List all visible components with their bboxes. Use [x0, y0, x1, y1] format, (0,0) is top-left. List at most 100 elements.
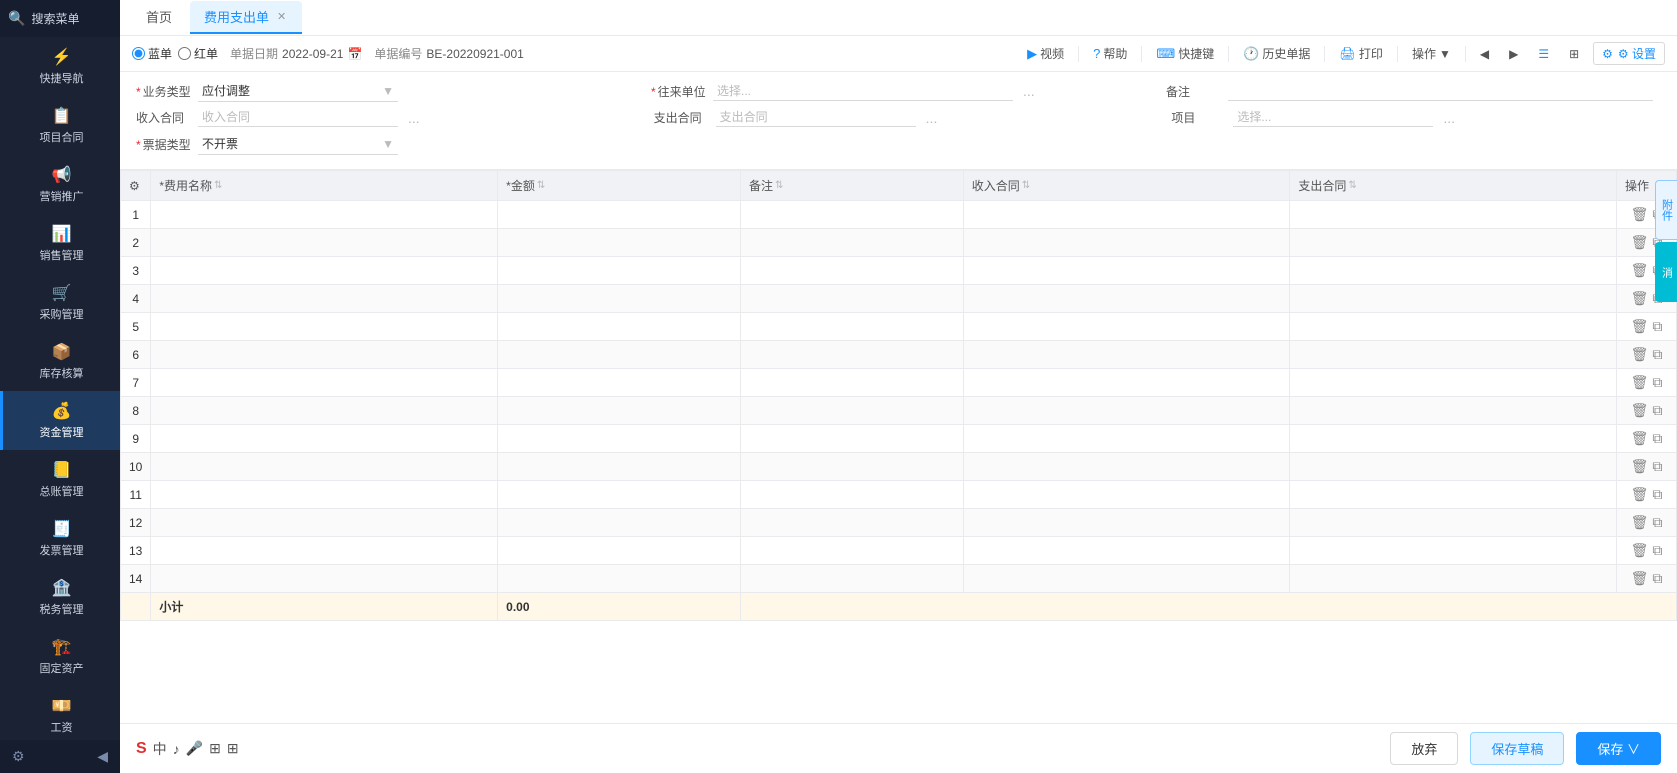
input-icon-mic[interactable]: 🎤 — [186, 740, 203, 757]
sidebar-item-marketing[interactable]: 📢 营销推广 — [0, 155, 120, 214]
bill-no-value[interactable]: BE-20220921-001 — [426, 47, 523, 61]
row-income-contract-6[interactable] — [963, 341, 1290, 369]
row-expense-contract-1[interactable] — [1290, 201, 1617, 229]
history-btn[interactable]: 🕐 历史单据 — [1237, 43, 1316, 64]
input-icon-grid1[interactable]: ⊞ — [209, 740, 221, 757]
row-income-contract-12[interactable] — [963, 509, 1290, 537]
row-copy-icon-7[interactable]: ⧉ — [1652, 374, 1662, 391]
row-expense-contract-12[interactable] — [1290, 509, 1617, 537]
row-remark-13[interactable] — [741, 537, 964, 565]
row-income-contract-11[interactable] — [963, 481, 1290, 509]
save-button[interactable]: 保存 ∨ — [1576, 732, 1661, 765]
row-expense-contract-4[interactable] — [1290, 285, 1617, 313]
attachment-tab[interactable]: 附件 — [1655, 180, 1677, 240]
tab-expense-bill[interactable]: 费用支出单✕ — [190, 1, 302, 34]
row-expense-name-2[interactable] — [151, 229, 498, 257]
row-amount-2[interactable] — [498, 229, 741, 257]
row-remark-1[interactable] — [741, 201, 964, 229]
row-income-contract-13[interactable] — [963, 537, 1290, 565]
row-expense-name-4[interactable] — [151, 285, 498, 313]
row-amount-6[interactable] — [498, 341, 741, 369]
row-remark-12[interactable] — [741, 509, 964, 537]
ticket-type-select[interactable]: 不开票 ▼ — [198, 133, 398, 155]
row-delete-icon-10[interactable]: 🗑 — [1631, 458, 1649, 475]
row-expense-contract-3[interactable] — [1290, 257, 1617, 285]
project-input[interactable] — [1233, 108, 1433, 127]
sidebar-item-project-contract[interactable]: 📋 项目合同 — [0, 96, 120, 155]
project-dots[interactable]: ... — [1439, 110, 1459, 126]
video-btn[interactable]: ▶ 视频 — [1021, 43, 1070, 64]
row-delete-icon-7[interactable]: 🗑 — [1631, 374, 1649, 391]
expense-contract-dots[interactable]: ... — [922, 110, 942, 126]
partner-input[interactable] — [713, 82, 1013, 101]
row-delete-icon-1[interactable]: 🗑 — [1631, 206, 1649, 223]
row-delete-icon-8[interactable]: 🗑 — [1631, 402, 1649, 419]
row-expense-contract-5[interactable] — [1290, 313, 1617, 341]
row-expense-contract-9[interactable] — [1290, 425, 1617, 453]
blue-radio[interactable] — [132, 47, 145, 60]
row-delete-icon-12[interactable]: 🗑 — [1631, 514, 1649, 531]
row-remark-8[interactable] — [741, 397, 964, 425]
row-copy-icon-9[interactable]: ⧉ — [1652, 430, 1662, 447]
settings-btn[interactable]: ⚙ ⚙ 设置 — [1593, 42, 1665, 65]
row-income-contract-14[interactable] — [963, 565, 1290, 593]
message-tab[interactable]: 消 — [1655, 242, 1677, 302]
sidebar-item-fixed-assets[interactable]: 🏗️ 固定资产 — [0, 627, 120, 686]
calendar-icon[interactable]: 📅 — [347, 47, 362, 61]
sidebar-search[interactable]: 🔍 搜索菜单 — [0, 0, 120, 37]
row-amount-13[interactable] — [498, 537, 741, 565]
nav-next-btn[interactable]: ▶ — [1503, 45, 1524, 63]
row-expense-name-14[interactable] — [151, 565, 498, 593]
row-copy-icon-6[interactable]: ⧉ — [1652, 346, 1662, 363]
print-btn[interactable]: 🖨 打印 — [1333, 43, 1389, 64]
tab-expense-bill-close[interactable]: ✕ — [275, 10, 288, 23]
row-remark-4[interactable] — [741, 285, 964, 313]
row-remark-10[interactable] — [741, 453, 964, 481]
row-expense-contract-2[interactable] — [1290, 229, 1617, 257]
row-copy-icon-8[interactable]: ⧉ — [1652, 402, 1662, 419]
sidebar-item-inventory[interactable]: 📦 库存核算 — [0, 332, 120, 391]
sidebar-item-fund-mgmt[interactable]: 💰 资金管理 — [0, 391, 120, 450]
row-income-contract-3[interactable] — [963, 257, 1290, 285]
red-radio[interactable] — [178, 47, 191, 60]
row-income-contract-5[interactable] — [963, 313, 1290, 341]
shortcut-btn[interactable]: ⌨ 快捷键 — [1150, 43, 1220, 64]
th-settings[interactable]: ⚙ — [121, 171, 151, 201]
settings-icon[interactable]: ⚙ — [12, 748, 25, 765]
expense-contract-input[interactable] — [716, 108, 916, 127]
row-delete-icon-13[interactable]: 🗑 — [1631, 542, 1649, 559]
input-icon-zhong[interactable]: 中 — [153, 739, 167, 759]
row-expense-contract-13[interactable] — [1290, 537, 1617, 565]
row-expense-name-11[interactable] — [151, 481, 498, 509]
save-draft-button[interactable]: 保存草稿 — [1470, 732, 1564, 765]
row-delete-icon-3[interactable]: 🗑 — [1631, 262, 1649, 279]
row-amount-9[interactable] — [498, 425, 741, 453]
row-remark-5[interactable] — [741, 313, 964, 341]
row-expense-name-6[interactable] — [151, 341, 498, 369]
row-income-contract-10[interactable] — [963, 453, 1290, 481]
row-expense-contract-8[interactable] — [1290, 397, 1617, 425]
row-expense-name-9[interactable] — [151, 425, 498, 453]
input-icon-grid2[interactable]: ⊞ — [227, 740, 239, 757]
view-grid-btn[interactable]: ⊞ — [1563, 45, 1585, 63]
row-income-contract-2[interactable] — [963, 229, 1290, 257]
tab-home[interactable]: 首页 — [132, 1, 186, 34]
partner-dots[interactable]: ... — [1019, 83, 1039, 99]
sort-amount[interactable]: ⇅ — [537, 180, 545, 191]
row-expense-name-3[interactable] — [151, 257, 498, 285]
sort-expense-name[interactable]: ⇅ — [214, 180, 222, 191]
row-expense-contract-6[interactable] — [1290, 341, 1617, 369]
row-remark-9[interactable] — [741, 425, 964, 453]
row-amount-12[interactable] — [498, 509, 741, 537]
business-type-select[interactable]: 应付调整 ▼ — [198, 80, 398, 102]
row-remark-6[interactable] — [741, 341, 964, 369]
row-expense-name-13[interactable] — [151, 537, 498, 565]
date-value[interactable]: 2022-09-21 — [282, 47, 343, 61]
sidebar-item-payroll[interactable]: 💴 工资 — [0, 686, 120, 740]
sidebar-item-sales-mgmt[interactable]: 📊 销售管理 — [0, 214, 120, 273]
row-expense-name-1[interactable] — [151, 201, 498, 229]
row-remark-2[interactable] — [741, 229, 964, 257]
row-delete-icon-9[interactable]: 🗑 — [1631, 430, 1649, 447]
row-copy-icon-13[interactable]: ⧉ — [1652, 542, 1662, 559]
row-expense-name-5[interactable] — [151, 313, 498, 341]
